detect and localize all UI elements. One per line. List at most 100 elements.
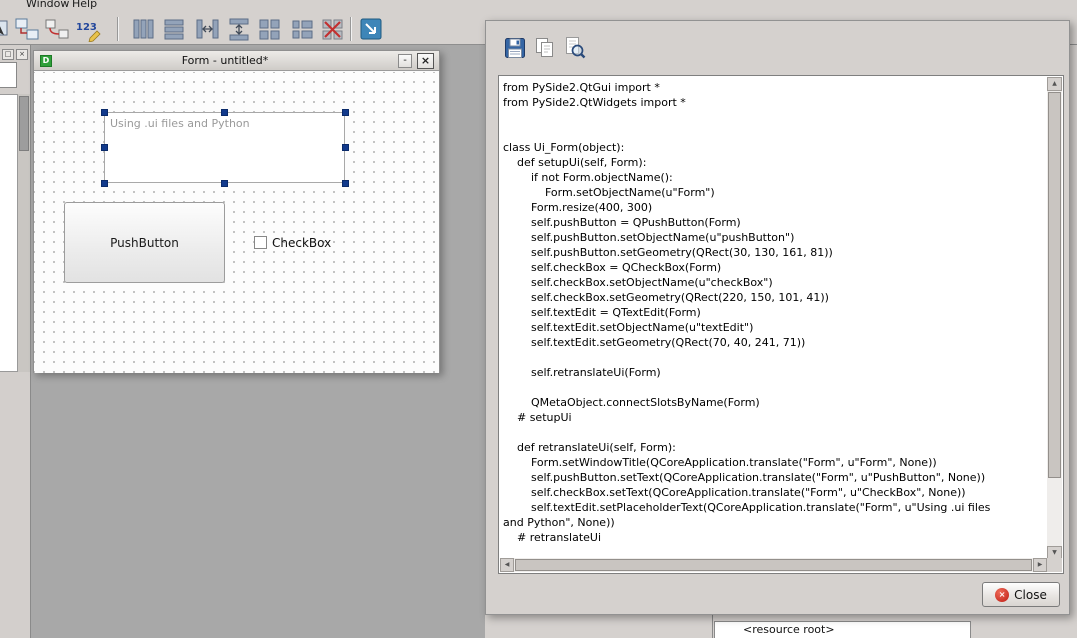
break-layout-icon xyxy=(319,16,345,42)
selection-handle[interactable] xyxy=(342,144,349,151)
scroll-left-button[interactable]: ◀ xyxy=(500,558,514,572)
copy-icon xyxy=(534,37,556,59)
selection-handle[interactable] xyxy=(101,180,108,187)
code-line: class Ui_Form(object): xyxy=(503,141,1043,156)
code-line: # setupUi xyxy=(503,411,1043,426)
code-line: self.pushButton.setText(QCoreApplication… xyxy=(503,471,1043,486)
menubar: Window Help xyxy=(0,0,1077,9)
code-line: # retranslateUi xyxy=(503,531,1043,546)
layout-grid-icon xyxy=(256,16,282,42)
code-line: from PySide2.QtWidgets import * xyxy=(503,96,1043,111)
scrollbar-thumb[interactable] xyxy=(515,559,1032,571)
adjust-size-button[interactable] xyxy=(357,15,385,43)
layout-horizontally-button[interactable] xyxy=(129,15,157,43)
code-line: self.pushButton.setObjectName(u"pushButt… xyxy=(503,231,1043,246)
code-line: self.textEdit.setPlaceholderText(QCoreAp… xyxy=(503,501,1043,516)
checkbox-indicator[interactable] xyxy=(254,236,267,249)
horizontal-scrollbar[interactable]: ◀ ▶ xyxy=(500,558,1047,572)
selection-handle[interactable] xyxy=(221,109,228,116)
code-line xyxy=(503,381,1043,396)
code-line: def setupUi(self, Form): xyxy=(503,156,1043,171)
edit-signals-slots-button[interactable] xyxy=(13,15,41,43)
code-line xyxy=(503,426,1043,441)
edit-buddies-button[interactable] xyxy=(43,15,71,43)
selection-handle[interactable] xyxy=(101,144,108,151)
selection-handle[interactable] xyxy=(342,109,349,116)
code-line xyxy=(503,351,1043,366)
layout-vertical-splitter-button[interactable] xyxy=(225,15,253,43)
layout-vertically-button[interactable] xyxy=(160,15,188,43)
toolbar-separator xyxy=(350,17,352,41)
resource-root-item[interactable]: <resource root> xyxy=(714,621,971,638)
dock-divider xyxy=(712,615,713,638)
selection-handle[interactable] xyxy=(342,180,349,187)
layout-form-button[interactable] xyxy=(288,15,316,43)
code-view[interactable]: from PySide2.QtGui import *from PySide2.… xyxy=(498,75,1064,574)
scrollbar-thumb[interactable] xyxy=(19,96,29,151)
edit-buddies-icon xyxy=(44,16,70,42)
form-canvas[interactable]: Using .ui files and Python PushButton Ch… xyxy=(34,72,439,373)
form-window-icon: D xyxy=(40,55,52,67)
textedit-widget[interactable]: Using .ui files and Python xyxy=(104,112,345,183)
selection-handle[interactable] xyxy=(221,180,228,187)
layout-grid-button[interactable] xyxy=(255,15,283,43)
menu-help[interactable]: Help xyxy=(72,0,97,9)
form-window-title: Form - untitled* xyxy=(52,54,398,67)
code-line: QMetaObject.connectSlotsByName(Form) xyxy=(503,396,1043,411)
close-dialog-button[interactable]: × Close xyxy=(982,582,1060,607)
dock-close-button[interactable]: × xyxy=(16,49,28,60)
code-line: self.checkBox.setText(QCoreApplication.t… xyxy=(503,486,1043,501)
pushbutton-widget[interactable]: PushButton xyxy=(64,202,225,283)
vertical-scrollbar[interactable]: ▲ ▼ xyxy=(1047,77,1062,560)
widget-list-scrollbar[interactable] xyxy=(18,94,30,372)
code-line: self.checkBox.setObjectName(u"checkBox") xyxy=(503,276,1043,291)
code-line: Form.setObjectName(u"Form") xyxy=(503,186,1043,201)
tab-order-label: 123 xyxy=(76,22,97,33)
toolbar-separator xyxy=(117,17,119,41)
code-line: and Python", None)) xyxy=(503,516,1043,531)
checkbox-widget[interactable]: CheckBox xyxy=(254,222,355,263)
code-text[interactable]: from PySide2.QtGui import *from PySide2.… xyxy=(499,76,1047,551)
preview-button[interactable] xyxy=(562,35,588,61)
layout-horizontal-icon xyxy=(130,16,156,42)
form-window-titlebar[interactable]: D Form - untitled* - × xyxy=(34,51,439,71)
adjust-size-icon xyxy=(358,16,384,42)
code-line: self.checkBox.setGeometry(QRect(220, 150… xyxy=(503,291,1043,306)
edit-signals-slots-icon xyxy=(14,16,40,42)
code-line: Form.setWindowTitle(QCoreApplication.tra… xyxy=(503,456,1043,471)
form-minimize-button[interactable]: - xyxy=(398,54,412,68)
code-line: if not Form.objectName(): xyxy=(503,171,1043,186)
code-line: def retranslateUi(self, Form): xyxy=(503,441,1043,456)
layout-horizontal-splitter-button[interactable] xyxy=(193,15,221,43)
menu-window[interactable]: Window xyxy=(26,0,69,9)
selection-handle[interactable] xyxy=(101,109,108,116)
code-line: self.retranslateUi(Form) xyxy=(503,366,1043,381)
magnifier-icon xyxy=(563,36,587,60)
scroll-up-button[interactable]: ▲ xyxy=(1047,77,1062,91)
scrollbar-thumb[interactable] xyxy=(1048,92,1061,478)
dock-float-button[interactable]: □ xyxy=(2,49,14,60)
widget-filter-input[interactable] xyxy=(0,62,17,88)
code-line: from PySide2.QtGui import * xyxy=(503,81,1043,96)
splitter-horizontal-icon xyxy=(194,16,220,42)
widget-box-dock: □ × xyxy=(0,45,31,638)
form-close-button[interactable]: × xyxy=(417,53,434,69)
edit-tab-order-button[interactable]: 123 xyxy=(73,15,105,43)
save-button[interactable] xyxy=(502,35,528,61)
code-line: self.pushButton.setGeometry(QRect(30, 13… xyxy=(503,246,1043,261)
code-line xyxy=(503,126,1043,141)
form-designer-window: D Form - untitled* - × Using .ui files a… xyxy=(33,50,440,373)
edit-widgets-icon xyxy=(0,16,13,42)
qt-designer-screen: <resource root> Window Help 123 xyxy=(0,0,1077,638)
copy-button[interactable] xyxy=(532,35,558,61)
view-code-dialog: from PySide2.QtGui import *from PySide2.… xyxy=(485,20,1070,615)
close-icon: × xyxy=(995,588,1009,602)
code-line: self.pushButton = QPushButton(Form) xyxy=(503,216,1043,231)
right-dock-strip xyxy=(1070,45,1077,638)
break-layout-button[interactable] xyxy=(318,15,346,43)
layout-vertical-icon xyxy=(161,16,187,42)
code-line: self.textEdit.setGeometry(QRect(70, 40, … xyxy=(503,336,1043,351)
widget-list[interactable] xyxy=(0,94,18,372)
scroll-right-button[interactable]: ▶ xyxy=(1033,558,1047,572)
edit-widgets-button[interactable] xyxy=(0,15,14,43)
